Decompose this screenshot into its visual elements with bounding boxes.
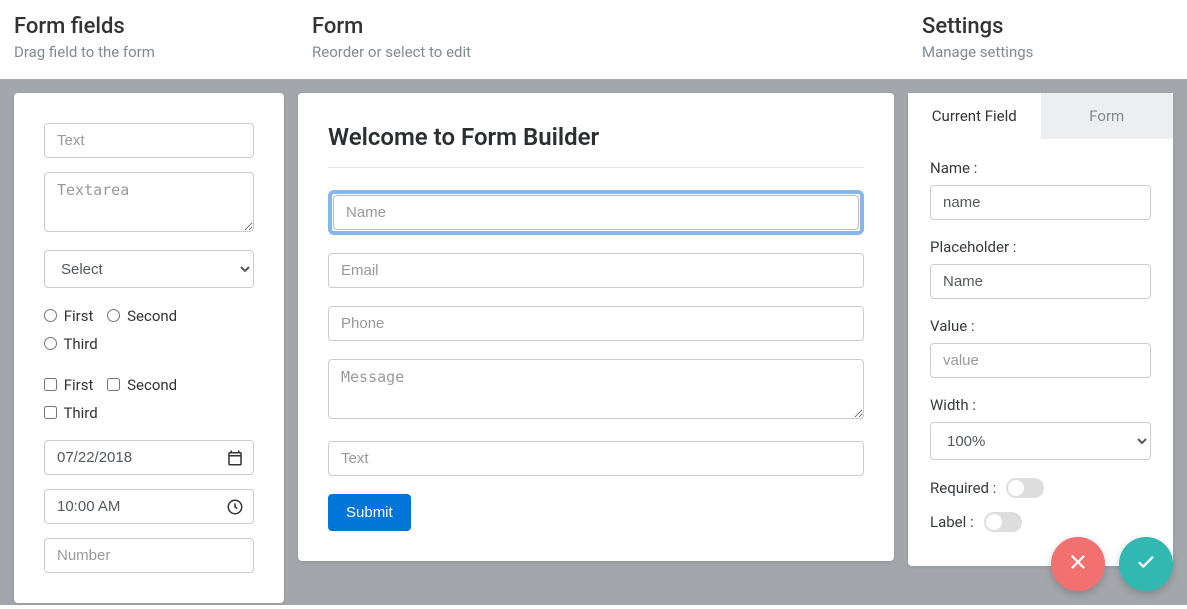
setting-placeholder-input[interactable] xyxy=(930,264,1151,299)
form-field-phone[interactable] xyxy=(328,306,864,341)
setting-width-label: Width : xyxy=(930,396,1151,414)
form-field-name[interactable] xyxy=(328,190,864,235)
palette-textarea-field[interactable] xyxy=(44,172,254,232)
panel-subtitle-form: Reorder or select to edit xyxy=(312,43,894,61)
message-input[interactable] xyxy=(328,359,864,419)
confirm-button[interactable] xyxy=(1119,537,1173,591)
setting-value-label: Value : xyxy=(930,317,1151,335)
form-field-message[interactable] xyxy=(328,359,864,423)
form-canvas: Welcome to Form Builder Submit xyxy=(298,93,894,561)
setting-name-label: Name : xyxy=(930,159,1151,177)
cancel-button[interactable] xyxy=(1051,537,1105,591)
form-field-text[interactable] xyxy=(328,441,864,476)
field-palette: Select First Second Third First Second T… xyxy=(14,93,284,603)
name-input[interactable] xyxy=(333,195,859,230)
setting-required-toggle[interactable] xyxy=(1006,478,1044,498)
check-icon xyxy=(1135,551,1157,577)
close-icon xyxy=(1067,551,1089,577)
setting-name-input[interactable] xyxy=(930,185,1151,220)
tab-form[interactable]: Form xyxy=(1041,93,1174,139)
panel-title-settings: Settings xyxy=(922,14,1173,39)
panel-title-form: Form xyxy=(312,14,894,39)
palette-number-field[interactable] xyxy=(44,538,254,573)
phone-input[interactable] xyxy=(328,306,864,341)
palette-radio-group[interactable]: First Second Third xyxy=(44,302,254,357)
palette-date-field[interactable] xyxy=(44,440,254,475)
setting-label-label: Label : xyxy=(930,513,974,531)
panel-subtitle-settings: Manage settings xyxy=(922,43,1173,61)
form-field-email[interactable] xyxy=(328,253,864,288)
palette-select-field[interactable]: Select xyxy=(44,250,254,288)
setting-value-input[interactable] xyxy=(930,343,1151,378)
email-input[interactable] xyxy=(328,253,864,288)
panel-title-fields: Form fields xyxy=(14,14,284,39)
palette-time-field[interactable] xyxy=(44,489,254,524)
palette-text-field[interactable] xyxy=(44,123,254,158)
setting-placeholder-label: Placeholder : xyxy=(930,238,1151,256)
palette-checkbox-group[interactable]: First Second Third xyxy=(44,371,254,426)
text-input[interactable] xyxy=(328,441,864,476)
panel-subtitle-fields: Drag field to the form xyxy=(14,43,284,61)
setting-required-label: Required : xyxy=(930,479,996,497)
form-title: Welcome to Form Builder xyxy=(328,123,864,168)
submit-button[interactable]: Submit xyxy=(328,494,411,531)
setting-width-select[interactable]: 100% xyxy=(930,422,1151,460)
tab-current-field[interactable]: Current Field xyxy=(908,93,1041,139)
settings-panel: Current Field Form Name : Placeholder : … xyxy=(908,93,1173,566)
setting-label-toggle[interactable] xyxy=(984,512,1022,532)
